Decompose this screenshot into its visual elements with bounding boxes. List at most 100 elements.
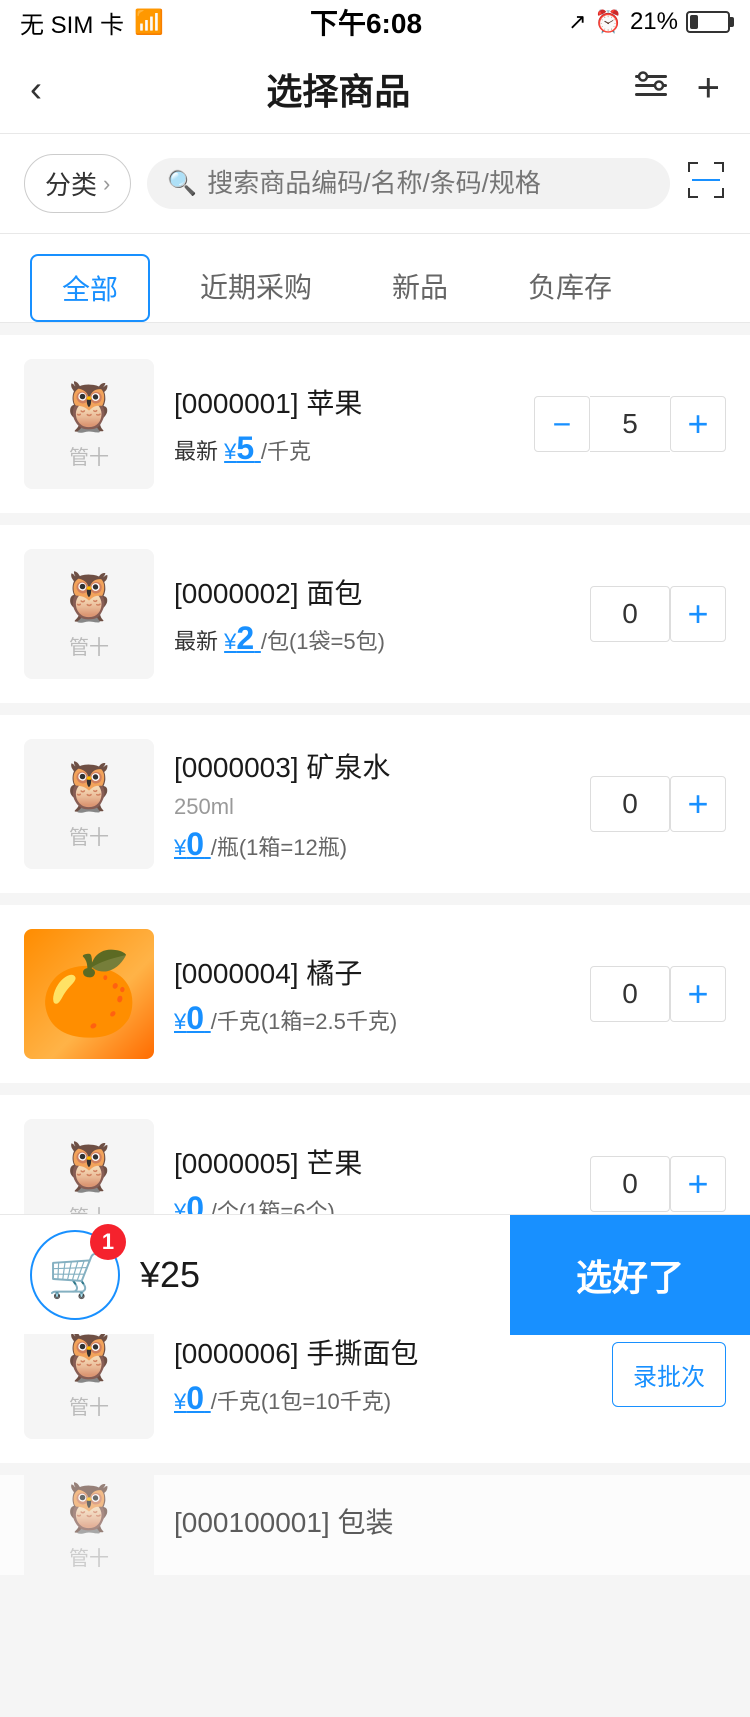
placeholder-icon: 🦉 bbox=[59, 1479, 119, 1536]
status-left: 无 SIM 卡 📶 bbox=[20, 5, 164, 40]
price-label: 最新 bbox=[174, 629, 224, 654]
currency-symbol: ¥ bbox=[174, 1009, 186, 1034]
placeholder-text: 管十 bbox=[69, 821, 109, 850]
location-icon: ↗ bbox=[568, 9, 586, 35]
price-value: 2 bbox=[236, 620, 254, 656]
wifi-icon: 📶 bbox=[134, 8, 164, 37]
product-price: ¥0 /千克(1箱=2.5千克) bbox=[174, 1000, 570, 1037]
status-time: 下午6:08 bbox=[310, 2, 422, 42]
increase-button[interactable]: + bbox=[670, 966, 726, 1022]
product-image: 🦉 管十 bbox=[24, 1475, 154, 1575]
product-image: 🦉 管十 bbox=[24, 739, 154, 869]
product-info: [0000003] 矿泉水 250ml ¥0 /瓶(1箱=12瓶) bbox=[174, 746, 570, 863]
quantity-input[interactable] bbox=[590, 396, 670, 452]
quantity-control: + bbox=[590, 776, 726, 832]
product-image: 🦉 管十 bbox=[24, 549, 154, 679]
product-info: [0000002] 面包 最新 ¥2 /包(1袋=5包) bbox=[174, 572, 570, 657]
status-bar: 无 SIM 卡 📶 下午6:08 ↗ ⏰ 21% bbox=[0, 0, 750, 44]
product-list: 🦉 管十 [0000001] 苹果 最新 ¥5 /千克 − + 🦉 管十 [00 bbox=[0, 323, 750, 1717]
currency-symbol: ¥ bbox=[174, 835, 186, 860]
list-item: 🦉 管十 [0000001] 苹果 最新 ¥5 /千克 − + bbox=[0, 335, 750, 513]
placeholder-icon: 🦉 bbox=[59, 1328, 119, 1385]
confirm-button[interactable]: 选好了 bbox=[510, 1215, 750, 1335]
product-price: ¥0 /瓶(1箱=12瓶) bbox=[174, 826, 570, 863]
chevron-right-icon: › bbox=[103, 171, 110, 197]
list-item: 🦉 管十 [0000003] 矿泉水 250ml ¥0 /瓶(1箱=12瓶) + bbox=[0, 715, 750, 893]
product-info: [000100001] 包装 bbox=[174, 1501, 726, 1549]
filter-icon[interactable] bbox=[635, 70, 667, 107]
category-button[interactable]: 分类 › bbox=[24, 154, 131, 213]
category-label: 分类 bbox=[45, 165, 97, 202]
quantity-input[interactable] bbox=[590, 1156, 670, 1212]
tab-bar: 全部 近期采购 新品 负库存 bbox=[0, 234, 750, 323]
add-button[interactable]: + bbox=[697, 66, 720, 111]
list-item: 🍊 [0000004] 橘子 ¥0 /千克(1箱=2.5千克) + bbox=[0, 905, 750, 1083]
cart-badge: 1 bbox=[90, 1224, 126, 1260]
scan-icon[interactable] bbox=[686, 160, 726, 208]
product-info: [0000001] 苹果 最新 ¥5 /千克 bbox=[174, 382, 514, 467]
cart-icon[interactable]: 🛒 1 bbox=[30, 1230, 120, 1320]
product-price: ¥0 /千克(1包=10千克) bbox=[174, 1380, 592, 1417]
product-name: [0000001] 苹果 bbox=[174, 382, 514, 422]
batch-button[interactable]: 录批次 bbox=[612, 1342, 726, 1407]
alarm-icon: ⏰ bbox=[595, 9, 622, 35]
toolbar: 分类 › 🔍 bbox=[0, 134, 750, 234]
price-label: 最新 bbox=[174, 439, 224, 464]
tab-negative[interactable]: 负库存 bbox=[498, 254, 642, 322]
quantity-control: + bbox=[590, 1156, 726, 1212]
price-unit: /千克 bbox=[261, 439, 311, 464]
page-title: 选择商品 bbox=[266, 63, 410, 115]
product-name: [000100001] 包装 bbox=[174, 1501, 726, 1541]
increase-button[interactable]: + bbox=[670, 1156, 726, 1212]
placeholder-icon: 🦉 bbox=[59, 1138, 119, 1195]
tab-all[interactable]: 全部 bbox=[30, 254, 150, 322]
tab-recent[interactable]: 近期采购 bbox=[170, 254, 342, 322]
quantity-input[interactable] bbox=[590, 586, 670, 642]
increase-button[interactable]: + bbox=[670, 776, 726, 832]
list-item: 🦉 管十 [0000002] 面包 最新 ¥2 /包(1袋=5包) + bbox=[0, 525, 750, 703]
battery-icon bbox=[686, 11, 730, 33]
tab-new[interactable]: 新品 bbox=[362, 254, 478, 322]
back-button[interactable]: ‹ bbox=[30, 68, 42, 110]
search-icon: 🔍 bbox=[167, 169, 197, 198]
battery-percent: 21% bbox=[630, 8, 678, 36]
cart-amount: ¥25 bbox=[140, 1254, 200, 1296]
price-value: 0 bbox=[186, 1380, 204, 1416]
cart-section: 🛒 1 ¥25 bbox=[0, 1230, 510, 1320]
status-right: ↗ ⏰ 21% bbox=[568, 8, 730, 36]
increase-button[interactable]: + bbox=[670, 396, 726, 452]
quantity-control: + bbox=[590, 586, 726, 642]
quantity-control: − + bbox=[534, 396, 726, 452]
product-name: [0000006] 手撕面包 bbox=[174, 1332, 592, 1372]
nav-bar: ‹ 选择商品 + bbox=[0, 44, 750, 134]
carrier-label: 无 SIM 卡 bbox=[20, 5, 124, 40]
currency-symbol: ¥ bbox=[174, 1389, 186, 1414]
currency-symbol: ¥ bbox=[224, 629, 236, 654]
product-name: [0000002] 面包 bbox=[174, 572, 570, 612]
price-value: 5 bbox=[236, 430, 254, 466]
product-info: [0000004] 橘子 ¥0 /千克(1箱=2.5千克) bbox=[174, 952, 570, 1037]
placeholder-text: 管十 bbox=[69, 1542, 109, 1571]
bottom-bar: 🛒 1 ¥25 选好了 bbox=[0, 1214, 750, 1334]
placeholder-text: 管十 bbox=[69, 631, 109, 660]
product-name: [0000004] 橘子 bbox=[174, 952, 570, 992]
placeholder-text: 管十 bbox=[69, 441, 109, 470]
decrease-button[interactable]: − bbox=[534, 396, 590, 452]
product-name: [0000005] 芒果 bbox=[174, 1142, 570, 1182]
placeholder-icon: 🦉 bbox=[59, 758, 119, 815]
placeholder-icon: 🦉 bbox=[59, 568, 119, 625]
increase-button[interactable]: + bbox=[670, 586, 726, 642]
price-unit: /瓶(1箱=12瓶) bbox=[211, 835, 347, 860]
price-unit: /包(1袋=5包) bbox=[261, 629, 385, 654]
placeholder-text: 管十 bbox=[69, 1391, 109, 1420]
product-price: 最新 ¥5 /千克 bbox=[174, 430, 514, 467]
search-input[interactable] bbox=[207, 168, 650, 199]
price-unit: /千克(1包=10千克) bbox=[211, 1389, 391, 1414]
product-name: [0000003] 矿泉水 bbox=[174, 746, 570, 786]
quantity-input[interactable] bbox=[590, 776, 670, 832]
currency-symbol: ¥ bbox=[224, 439, 236, 464]
price-value: 0 bbox=[186, 826, 204, 862]
quantity-control: + bbox=[590, 966, 726, 1022]
quantity-input[interactable] bbox=[590, 966, 670, 1022]
price-unit: /千克(1箱=2.5千克) bbox=[211, 1009, 397, 1034]
